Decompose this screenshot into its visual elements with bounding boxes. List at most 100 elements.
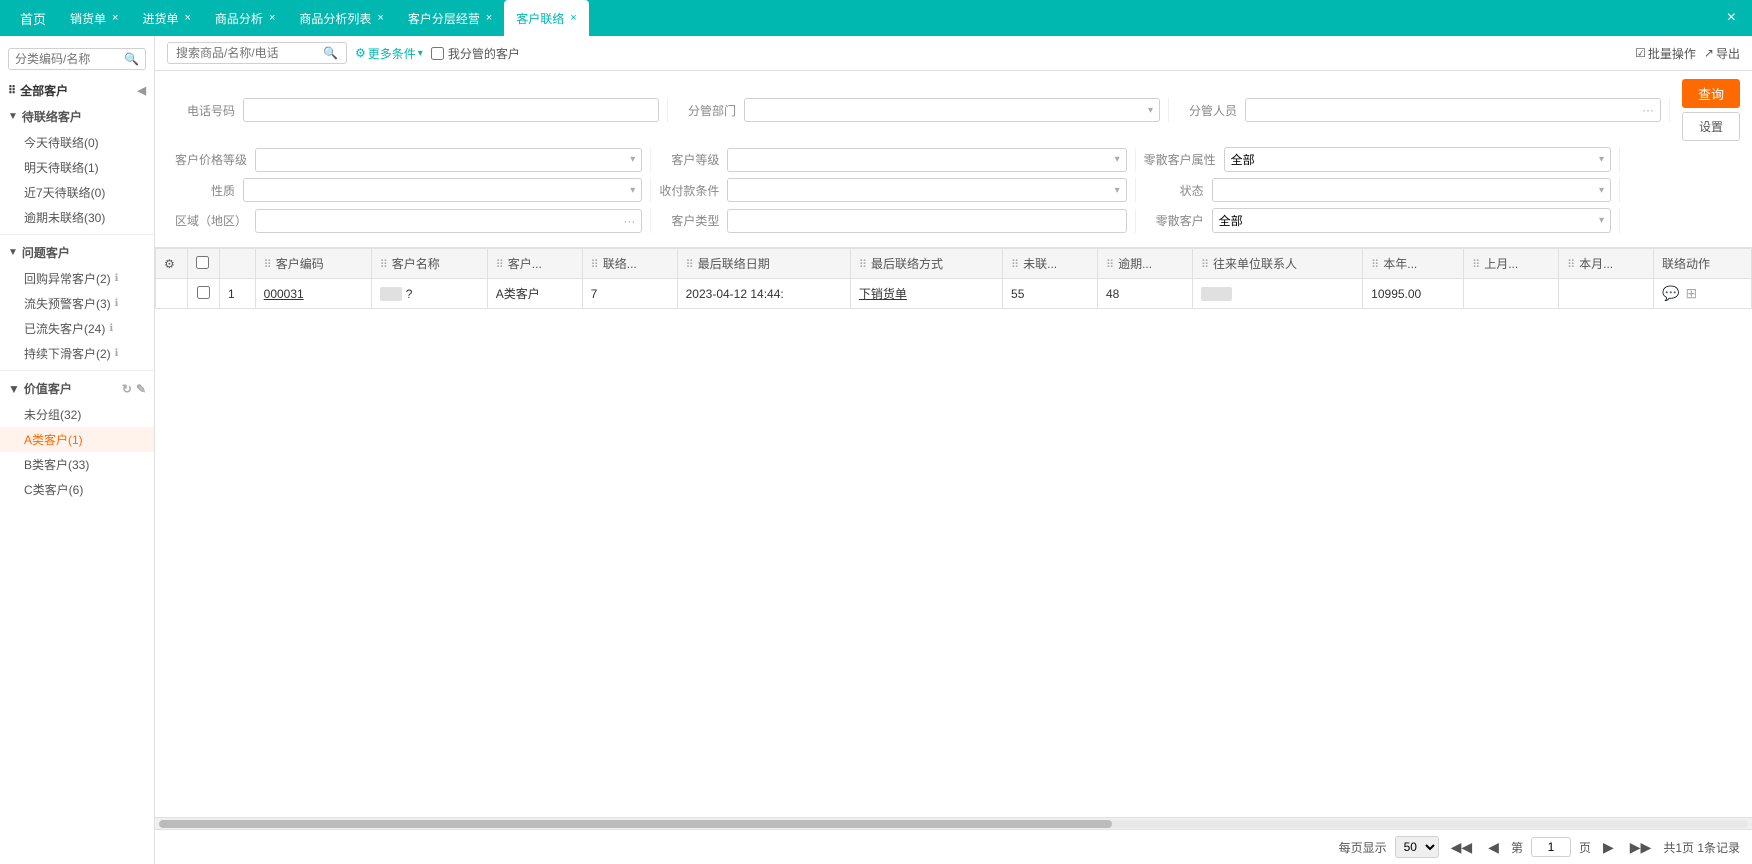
td-this-year: 10995.00 (1363, 279, 1464, 309)
row-checkbox[interactable] (197, 286, 210, 299)
more-icon: ··· (1642, 103, 1654, 117)
customer-type-label: 客户类型 (659, 212, 719, 229)
close-icon[interactable]: × (112, 12, 118, 24)
sidebar-week-contact[interactable]: 近7天待联络(0) (0, 180, 154, 205)
customer-level-select[interactable]: ▾ (727, 148, 1126, 172)
query-button[interactable]: 查询 (1682, 79, 1740, 108)
th-name[interactable]: ⠿客户名称 (371, 249, 487, 279)
nav-tab-product-analysis[interactable]: 商品分析 × (203, 0, 287, 36)
my-customers-check[interactable] (431, 47, 444, 60)
message-icon[interactable]: 💬 (1662, 285, 1679, 302)
payment-select[interactable]: ▾ (727, 178, 1126, 202)
nav-tab-customer-segment[interactable]: 客户分层经营 × (396, 0, 504, 36)
nav-tab-product-list[interactable]: 商品分析列表 × (287, 0, 395, 36)
sidebar-all-customers[interactable]: ⠿ 全部客户 ◀ (0, 78, 154, 103)
sidebar-ungroup[interactable]: 未分组(32) (0, 402, 154, 427)
td-code[interactable]: 000031 (255, 279, 371, 309)
th-gear[interactable]: ⚙ (156, 249, 188, 279)
sidebar-pending-contact-header[interactable]: ▼ 待联络客户 (0, 103, 154, 130)
status-select[interactable]: ▾ (1212, 178, 1611, 202)
sidebar-repurchase-abnormal[interactable]: 回购异常客户(2) ℹ (0, 266, 154, 291)
sidebar-problem-customers-header[interactable]: ▼ 问题客户 (0, 239, 154, 266)
th-last-date[interactable]: ⠿最后联络日期 (677, 249, 850, 279)
dept-select[interactable]: ▾ (744, 98, 1160, 122)
masked-name: Ea (380, 287, 403, 301)
close-icon[interactable]: × (377, 12, 383, 24)
scrollbar-thumb[interactable] (159, 820, 1112, 828)
filter-bar: 🔍 ⚙ 更多条件 ▾ 我分管的客户 ☑ 批量操作 ↗ 导出 (155, 36, 1752, 71)
close-icon[interactable]: × (570, 12, 576, 24)
scrollbar-track[interactable] (159, 820, 1748, 828)
sidebar-class-a[interactable]: A类客户(1) (0, 427, 154, 452)
customer-type-input[interactable] (727, 209, 1126, 233)
top-nav: 首页 销货单 × 进货单 × 商品分析 × 商品分析列表 × 客户分层经营 × … (0, 0, 1752, 36)
sidebar-class-c[interactable]: C类客户(6) (0, 477, 154, 502)
nav-tab-customer-contact[interactable]: 客户联络 × (504, 0, 588, 36)
price-level-select[interactable]: ▾ (255, 148, 642, 172)
my-customers-checkbox[interactable]: 我分管的客户 (431, 45, 520, 62)
th-no-contact[interactable]: ⠿未联... (1003, 249, 1098, 279)
th-last-method[interactable]: ⠿最后联络方式 (850, 249, 1002, 279)
sidebar-churn-warning[interactable]: 流失预警客户(3) ℹ (0, 291, 154, 316)
sidebar-overdue-contact[interactable]: 逾期未联络(30) (0, 205, 154, 230)
th-this-month[interactable]: ⠿本月... (1559, 249, 1654, 279)
th-contact[interactable]: ⠿联络... (582, 249, 677, 279)
retail-attr-select[interactable]: 全部▾ (1224, 147, 1611, 172)
th-code[interactable]: ⠿客户编码 (255, 249, 371, 279)
filter-search-input[interactable] (176, 46, 323, 60)
status-label: 状态 (1144, 182, 1204, 199)
close-icon[interactable]: × (184, 12, 190, 24)
more-filters-button[interactable]: ⚙ 更多条件 ▾ (355, 45, 423, 62)
qr-icon[interactable]: ⊞ (1685, 285, 1697, 302)
horizontal-scrollbar[interactable] (155, 817, 1752, 829)
per-page-select[interactable]: 50 (1395, 836, 1439, 858)
nav-tab-sales[interactable]: 销货单 × (58, 0, 130, 36)
nature-label: 性质 (175, 182, 235, 199)
batch-op-button[interactable]: ☑ 批量操作 (1635, 45, 1696, 62)
sidebar-value-customers-header[interactable]: ▼ 价值客户 ↻ ✎ (0, 375, 154, 402)
th-contact-person[interactable]: ⠿往来单位联系人 (1192, 249, 1362, 279)
th-overdue[interactable]: ⠿逾期... (1098, 249, 1193, 279)
sidebar-search-input[interactable] (15, 52, 124, 66)
sidebar-tomorrow-contact[interactable]: 明天待联络(1) (0, 155, 154, 180)
close-icon[interactable]: × (486, 12, 492, 24)
filter-retail-customer: 零散客户 全部▾ (1136, 208, 1620, 233)
th-this-year[interactable]: ⠿本年... (1363, 249, 1464, 279)
refresh-icon[interactable]: ↻ (122, 382, 132, 396)
sidebar-search-box[interactable]: 🔍 (8, 48, 146, 70)
nature-select[interactable]: ▾ (243, 178, 642, 202)
page-next-next-btn[interactable]: ▶▶ (1626, 839, 1656, 856)
close-icon[interactable]: × (269, 12, 275, 24)
filter-customer-type: 客户类型 (651, 209, 1135, 233)
export-button[interactable]: ↗ 导出 (1704, 45, 1740, 62)
page-next-btn[interactable]: ▶ (1599, 839, 1618, 856)
nav-home[interactable]: 首页 (8, 9, 58, 28)
td-last-method[interactable]: 下销货单 (850, 279, 1002, 309)
sidebar-class-b[interactable]: B类客户(33) (0, 452, 154, 477)
region-input[interactable]: ··· (255, 209, 642, 233)
th-last-month[interactable]: ⠿上月... (1464, 249, 1559, 279)
sidebar-declining[interactable]: 持续下滑客户(2) ℹ (0, 341, 154, 366)
select-all-checkbox[interactable] (196, 256, 209, 269)
page-prev-btn[interactable]: ◀ (1484, 839, 1503, 856)
divider (0, 234, 154, 235)
advanced-filter: 电话号码 分管部门 ▾ 分管人员 ··· 查询 设置 (155, 71, 1752, 248)
page-prev-prev-btn[interactable]: ◀◀ (1447, 839, 1477, 856)
sidebar-churned[interactable]: 已流失客户(24) ℹ (0, 316, 154, 341)
setting-button[interactable]: 设置 (1682, 112, 1740, 141)
phone-input[interactable] (243, 98, 659, 122)
total-label: 共1页 1条记录 (1663, 839, 1740, 856)
manager-input[interactable]: ··· (1245, 98, 1661, 122)
th-check[interactable] (188, 249, 220, 279)
filter-search-box[interactable]: 🔍 (167, 42, 347, 64)
th-type[interactable]: ⠿客户... (487, 249, 582, 279)
sidebar-today-contact[interactable]: 今天待联络(0) (0, 130, 154, 155)
edit-icon[interactable]: ✎ (136, 382, 146, 396)
gear-icon[interactable]: ⚙ (164, 257, 175, 271)
close-window-icon[interactable]: × (1719, 9, 1744, 27)
retail-customer-select[interactable]: 全部▾ (1212, 208, 1611, 233)
filter-icon: ⚙ (355, 46, 366, 60)
td-check[interactable] (188, 279, 220, 309)
page-input[interactable] (1531, 837, 1571, 857)
nav-tab-purchase[interactable]: 进货单 × (130, 0, 202, 36)
